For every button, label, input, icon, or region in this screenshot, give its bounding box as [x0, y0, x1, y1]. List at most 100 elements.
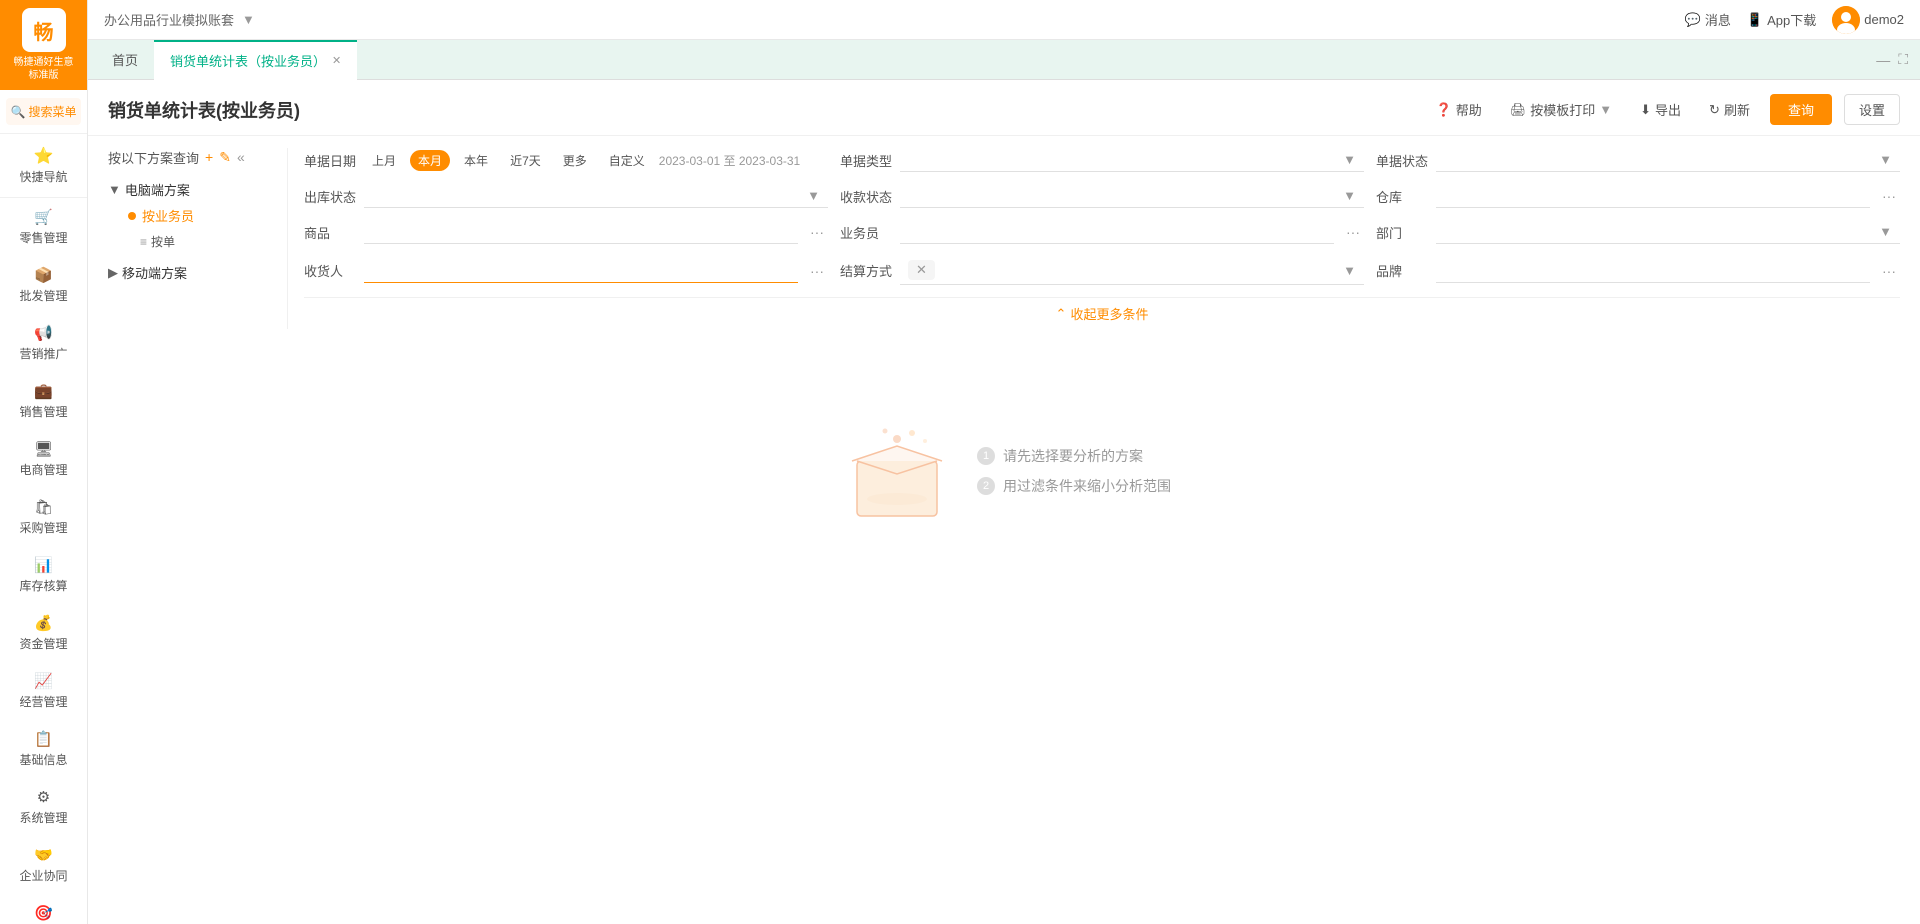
sidebar-item-retail[interactable]: 🛒 零售管理: [0, 198, 87, 256]
filter-row-4: 收货人 ··· 结算方式 ✕ ▼: [304, 256, 1900, 285]
filter-row-1: 单据日期 上月 本月 本年 近7天 更多 自定义 2023-03-01 至 20…: [304, 148, 1900, 172]
warehouse-input[interactable]: [1436, 184, 1870, 208]
dept-label: 部门: [1376, 223, 1428, 242]
window-minimize-btn[interactable]: —: [1876, 52, 1890, 68]
receiver-label: 收货人: [304, 261, 356, 280]
goods-dots[interactable]: ···: [806, 224, 828, 240]
bill-status-select[interactable]: ▼: [1436, 148, 1900, 172]
outstock-select[interactable]: ▼: [364, 184, 828, 208]
query-btn[interactable]: 查询: [1770, 94, 1832, 125]
receipt-select[interactable]: ▼: [900, 184, 1364, 208]
tab-bar: 首页 销货单统计表（按业务员） ✕ — ⛶: [88, 40, 1920, 80]
filter-brand-item: 品牌 ···: [1376, 259, 1900, 283]
message-btn[interactable]: 💬 消息: [1685, 10, 1731, 29]
sidebar-item-sales[interactable]: 💼 销售管理: [0, 372, 87, 430]
filter-receipt-item: 收款状态 ▼: [840, 184, 1364, 208]
sidebar-shortcut-nav: ⭐ 快捷导航: [0, 134, 87, 198]
help-btn[interactable]: ❓ 帮助: [1428, 96, 1490, 123]
sales-label: 销售管理: [19, 403, 67, 420]
wholesale-label: 批发管理: [19, 287, 67, 304]
scheme-group-desktop-label: 电脑端方案: [125, 180, 190, 199]
user-avatar-btn[interactable]: demo2: [1832, 6, 1904, 34]
sidebar-item-operation[interactable]: 📈 经营管理: [0, 662, 87, 720]
scheme-group-mobile-arrow: ▶: [108, 265, 118, 281]
filter-layout: 按以下方案查询 + ✎ « ▼ 电脑端方案: [108, 148, 1900, 329]
brand-dots[interactable]: ···: [1878, 263, 1900, 279]
bill-type-chevron: ▼: [1343, 152, 1356, 167]
topbar-dropdown-icon[interactable]: ▼: [242, 12, 255, 27]
sidebar-search[interactable]: 🔍 搜索菜单: [0, 90, 87, 134]
collapse-label: 收起更多条件: [1070, 304, 1148, 323]
tab-close-btn[interactable]: ✕: [332, 54, 341, 67]
sidebar-item-basic[interactable]: 📋 基础信息: [0, 720, 87, 778]
sidebar-item-purchase[interactable]: 🛍 采购管理: [0, 488, 87, 546]
refresh-btn[interactable]: ↻ 刷新: [1701, 96, 1758, 123]
filter-date-item: 单据日期 上月 本月 本年 近7天 更多 自定义 2023-03-01 至 20…: [304, 150, 828, 171]
search-menu-button[interactable]: 🔍 搜索菜单: [6, 98, 81, 125]
sidebar-item-ecommerce[interactable]: 🖥 电商管理: [0, 430, 87, 488]
avatar: [1832, 6, 1860, 34]
date-custom-btn[interactable]: 自定义: [601, 150, 653, 171]
date-more-btn[interactable]: 更多: [555, 150, 595, 171]
settings-btn[interactable]: 设置: [1844, 94, 1900, 125]
date-this-year-btn[interactable]: 本年: [456, 150, 496, 171]
download-icon: 📱: [1747, 12, 1763, 28]
dept-select[interactable]: ▼: [1436, 220, 1900, 244]
app-logo: 畅 畅捷通好生意 标准版: [0, 0, 87, 90]
sidebar-item-wholesale[interactable]: 📦 批发管理: [0, 256, 87, 314]
scheme-actions: + ✎ «: [205, 149, 245, 166]
sidebar-item-marketing[interactable]: 📢 营销推广: [0, 314, 87, 372]
salesperson-label: 业务员: [840, 223, 892, 242]
ecommerce-icon: 🖥: [34, 440, 53, 458]
print-btn[interactable]: 🖨 按模板打印 ▼: [1502, 96, 1620, 123]
scheme-add-btn[interactable]: +: [205, 149, 213, 166]
scheme-item-salesperson[interactable]: 按业务员: [108, 202, 275, 229]
date-last-month-btn[interactable]: 上月: [364, 150, 404, 171]
date-range-text: 2023-03-01 至 2023-03-31: [659, 152, 800, 169]
warehouse-label: 仓库: [1376, 187, 1428, 206]
scheme-group-desktop-title[interactable]: ▼ 电脑端方案: [108, 177, 275, 202]
scheme-sub-item-order[interactable]: ≡ 按单: [108, 229, 275, 254]
receiver-input[interactable]: [364, 259, 798, 283]
outstock-chevron: ▼: [807, 188, 820, 203]
scheme-edit-btn[interactable]: ✎: [219, 149, 231, 166]
finance-icon: 💰: [34, 614, 53, 632]
salesperson-dots[interactable]: ···: [1342, 224, 1364, 240]
warehouse-dots[interactable]: ···: [1878, 188, 1900, 204]
receiver-dots[interactable]: ···: [806, 263, 828, 279]
refresh-icon: ↻: [1709, 102, 1720, 118]
scheme-group-mobile-title[interactable]: ▶ 移动端方案: [108, 260, 275, 285]
collapse-more-btn[interactable]: ⌃ 收起更多条件: [304, 298, 1900, 329]
salesperson-input[interactable]: [900, 220, 1334, 244]
date-last-7-btn[interactable]: 近7天: [502, 150, 549, 171]
export-btn[interactable]: ⬇ 导出: [1632, 96, 1689, 123]
app-download-btn[interactable]: 📱 App下载: [1747, 10, 1816, 29]
shortcut-icon: ⭐: [34, 146, 54, 166]
help-label: 帮助: [1456, 100, 1482, 119]
tab-sales-stats[interactable]: 销货单统计表（按业务员） ✕: [154, 40, 357, 80]
shortcut-label: 快捷导航: [19, 168, 67, 185]
brand-input[interactable]: [1436, 259, 1870, 283]
sidebar-item-newbie[interactable]: 🎯 新手引导: [0, 894, 87, 924]
settlement-select[interactable]: ✕ ▼: [900, 256, 1364, 285]
shortcut-nav-item[interactable]: ⭐ 快捷导航: [0, 138, 87, 193]
refresh-label: 刷新: [1724, 100, 1750, 119]
date-this-month-btn[interactable]: 本月: [410, 150, 450, 171]
sidebar-item-corp[interactable]: 🤝 企业协同: [0, 836, 87, 894]
sidebar-item-inventory[interactable]: 📊 库存核算: [0, 546, 87, 604]
corp-icon: 🤝: [34, 846, 53, 864]
bill-type-select[interactable]: ▼: [900, 148, 1364, 172]
settlement-tag-close[interactable]: ✕: [916, 262, 927, 278]
settlement-label: 结算方式: [840, 261, 892, 280]
empty-hint-2-text: 用过滤条件来缩小分析范围: [1003, 476, 1171, 496]
sidebar-item-finance[interactable]: 💰 资金管理: [0, 604, 87, 662]
sidebar-item-system[interactable]: ⚙ 系统管理: [0, 778, 87, 836]
tab-home[interactable]: 首页: [96, 40, 154, 80]
goods-input[interactable]: [364, 220, 798, 244]
scheme-collapse-btn[interactable]: «: [237, 149, 245, 166]
finance-label: 资金管理: [19, 635, 67, 652]
message-icon: 💬: [1685, 12, 1701, 28]
window-maximize-btn[interactable]: ⛶: [1898, 51, 1908, 68]
date-filter: 上月 本月 本年 近7天 更多 自定义 2023-03-01 至 2023-03…: [364, 150, 828, 171]
receipt-label: 收款状态: [840, 187, 892, 206]
